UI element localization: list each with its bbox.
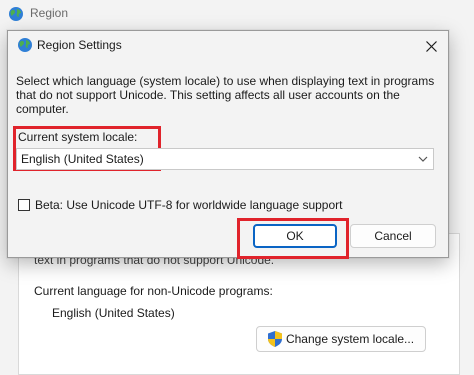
cancel-button[interactable]: Cancel — [350, 224, 436, 248]
current-language-label: Current language for non-Unicode program… — [34, 284, 273, 298]
change-system-locale-button[interactable]: Change system locale... — [256, 326, 426, 352]
system-locale-dropdown[interactable]: English (United States) — [16, 148, 434, 170]
dialog-titlebar: Region Settings — [8, 31, 448, 61]
beta-utf8-label[interactable]: Beta: Use Unicode UTF-8 for worldwide la… — [35, 198, 343, 212]
system-locale-value: English (United States) — [21, 152, 144, 166]
close-icon — [425, 40, 437, 52]
current-language-value: English (United States) — [52, 306, 175, 320]
beta-utf8-checkbox[interactable] — [18, 199, 30, 211]
dialog-title: Region Settings — [37, 38, 122, 52]
close-button[interactable] — [420, 35, 442, 57]
globe-icon — [18, 38, 32, 52]
region-window-titlebar: Region — [0, 0, 474, 28]
beta-utf8-row: Beta: Use Unicode UTF-8 for worldwide la… — [18, 197, 343, 213]
globe-icon — [9, 7, 23, 21]
region-settings-dialog: Region Settings Select which language (s… — [7, 30, 449, 259]
chevron-down-icon — [418, 156, 428, 162]
region-window-title: Region — [30, 6, 69, 20]
uac-shield-icon — [267, 331, 282, 347]
change-system-locale-label: Change system locale... — [285, 332, 415, 346]
dialog-description: Select which language (system locale) to… — [16, 74, 435, 116]
current-system-locale-label: Current system locale: — [18, 130, 138, 144]
ok-button[interactable]: OK — [253, 224, 337, 248]
